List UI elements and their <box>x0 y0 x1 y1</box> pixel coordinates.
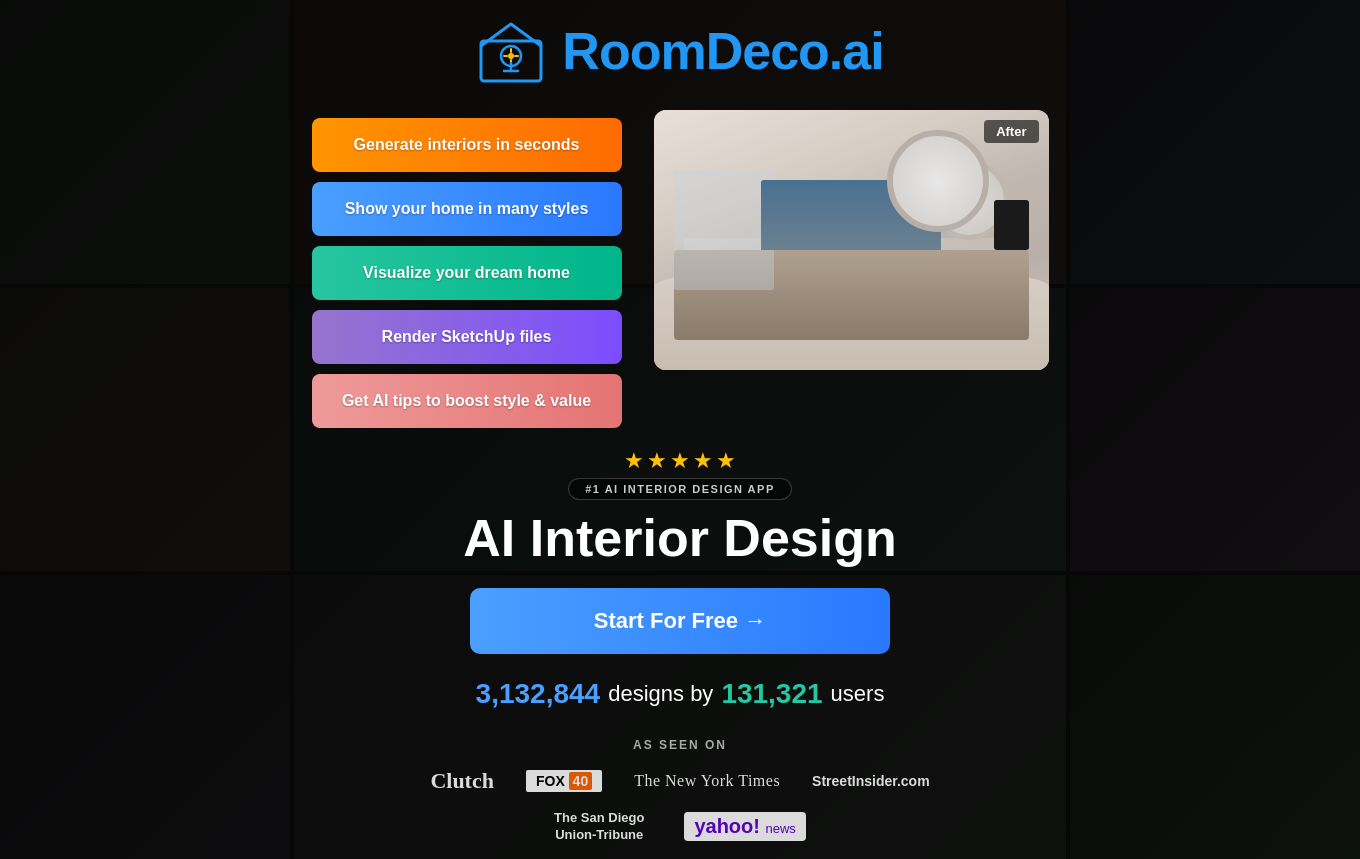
star-rating: ★ ★ ★ ★ ★ <box>624 448 736 474</box>
cta-start-button[interactable]: Start For Free → <box>470 588 890 654</box>
after-image-container: After <box>654 110 1049 370</box>
logo-icon <box>476 16 546 86</box>
feature-btn-styles[interactable]: Show your home in many styles <box>312 182 622 236</box>
feature-buttons-list: Generate interiors in seconds Show your … <box>312 110 622 428</box>
users-label: users <box>831 681 885 707</box>
ranking-badge: #1 AI INTERIOR DESIGN APP <box>568 478 792 500</box>
nyt-logo: The New York Times <box>634 772 780 790</box>
star-3: ★ <box>670 448 690 474</box>
hero-body: Generate interiors in seconds Show your … <box>312 110 1049 428</box>
as-seen-on-section: AS SEEN ON Clutch FOX 40 The New York Ti… <box>430 738 929 844</box>
fox40-logo: FOX 40 <box>526 770 602 792</box>
star-1: ★ <box>624 448 644 474</box>
bedroom-preview-image <box>654 110 1049 370</box>
star-2: ★ <box>647 448 667 474</box>
logo-text: RoomDeco.ai <box>562 21 883 81</box>
feature-btn-tips[interactable]: Get AI tips to boost style & value <box>312 374 622 428</box>
yahoo-logo: yahoo! news <box>684 812 805 841</box>
after-badge: After <box>984 120 1038 143</box>
star-4: ★ <box>693 448 713 474</box>
feature-btn-visualize[interactable]: Visualize your dream home <box>312 246 622 300</box>
logo-area: RoomDeco.ai <box>476 16 883 86</box>
press-logos-row1: Clutch FOX 40 The New York Times StreetI… <box>430 768 929 794</box>
press-logos-row2: The San DiegoUnion-Tribune yahoo! news <box>554 810 806 844</box>
sandiego-logo: The San DiegoUnion-Tribune <box>554 810 644 844</box>
as-seen-on-label: AS SEEN ON <box>633 738 727 752</box>
clutch-logo: Clutch <box>430 768 494 794</box>
main-title: AI Interior Design <box>463 508 896 568</box>
svg-point-2 <box>508 53 514 59</box>
feature-btn-generate[interactable]: Generate interiors in seconds <box>312 118 622 172</box>
main-content: RoomDeco.ai Generate interiors in second… <box>0 0 1360 859</box>
streetinsider-logo: StreetInsider.com <box>812 773 930 789</box>
stats-area: 3,132,844 designs by 131,321 users <box>476 678 885 710</box>
users-count: 131,321 <box>721 678 822 710</box>
designs-count: 3,132,844 <box>476 678 601 710</box>
rating-area: ★ ★ ★ ★ ★ #1 AI INTERIOR DESIGN APP <box>568 448 792 500</box>
feature-btn-sketchup[interactable]: Render SketchUp files <box>312 310 622 364</box>
star-5: ★ <box>716 448 736 474</box>
designs-label: designs by <box>608 681 713 707</box>
